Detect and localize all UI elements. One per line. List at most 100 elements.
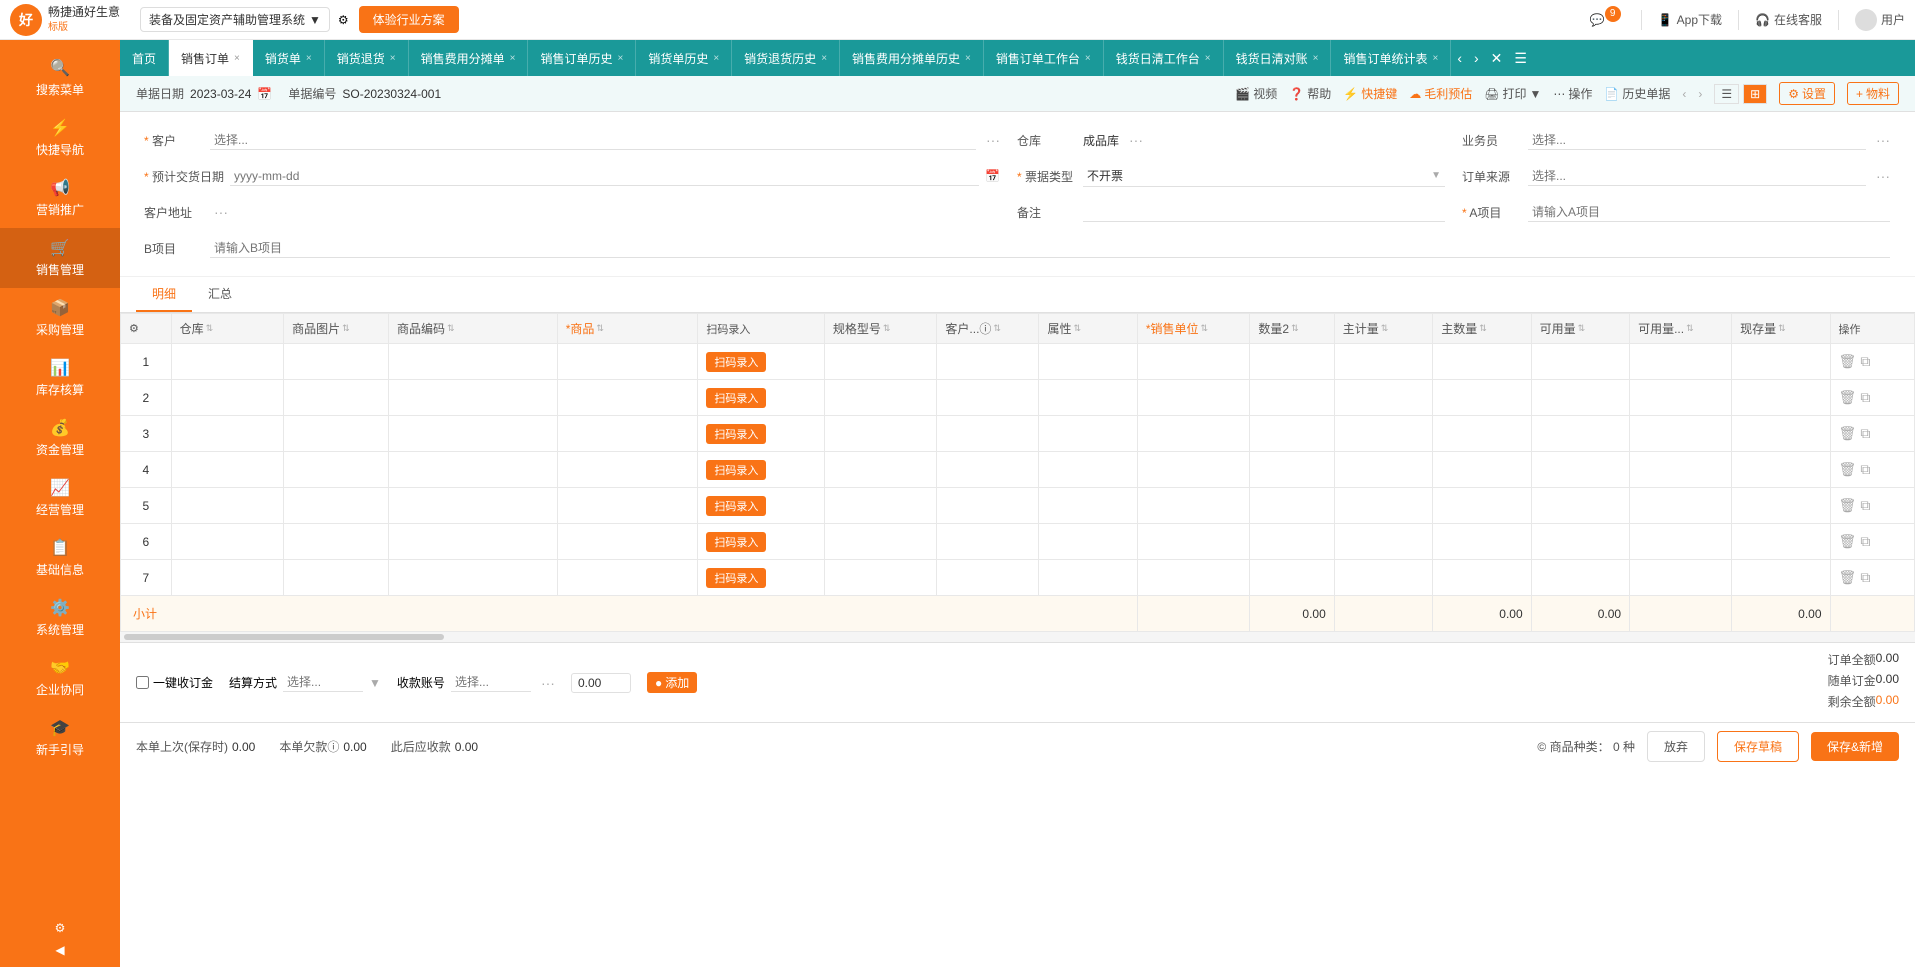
messages-btn[interactable]: 💬 9 — [1590, 12, 1625, 28]
row-3-avail2[interactable] — [1630, 416, 1732, 452]
row-3-main-qty[interactable] — [1433, 416, 1531, 452]
row-1-avail2[interactable] — [1630, 344, 1732, 380]
row-5-spec[interactable] — [824, 488, 937, 524]
scroll-thumb[interactable] — [124, 634, 444, 640]
col-product-image[interactable]: 商品图片⇅ — [284, 314, 389, 344]
row-7-avail2[interactable] — [1630, 560, 1732, 596]
sidebar-item-marketing[interactable]: 📢 营销推广 — [0, 168, 120, 228]
sidebar-item-finance[interactable]: 💰 资金管理 — [0, 408, 120, 468]
row-5-unit[interactable] — [1137, 488, 1250, 524]
tab-menu-btn[interactable]: ☰ — [1508, 50, 1533, 67]
tab-sales-return[interactable]: 销货退货 × — [325, 40, 409, 76]
sidebar-item-purchase[interactable]: 📦 采购管理 — [0, 288, 120, 348]
row-5-avail[interactable] — [1531, 488, 1629, 524]
save-draft-btn[interactable]: 保存草稿 — [1717, 731, 1799, 762]
row-6-attr[interactable] — [1039, 524, 1137, 560]
tab-close-sales-order-history[interactable]: × — [617, 53, 623, 64]
discard-btn[interactable]: 放弃 — [1647, 731, 1705, 762]
row-3-warehouse[interactable] — [171, 416, 284, 452]
col-main-qty[interactable]: 主数量⇅ — [1433, 314, 1531, 344]
row-1-copy-icon[interactable]: ⧉ — [1860, 353, 1870, 370]
nav-prev-icon[interactable]: ‹ — [1682, 87, 1686, 101]
row-5-copy-icon[interactable]: ⧉ — [1860, 497, 1870, 514]
row-5-main-unit[interactable] — [1334, 488, 1432, 524]
scan-btn-1[interactable]: 扫码录入 — [706, 352, 766, 372]
notes-input[interactable] — [1083, 203, 1445, 222]
row-1-attr[interactable] — [1039, 344, 1137, 380]
col-attr[interactable]: 属性⇅ — [1039, 314, 1137, 344]
sidebar-item-search[interactable]: 🔍 搜索菜单 — [0, 48, 120, 108]
operations-btn[interactable]: ⋯ 操作 — [1553, 85, 1592, 102]
scan-btn-2[interactable]: 扫码录入 — [706, 388, 766, 408]
b-project-input[interactable] — [210, 239, 1890, 258]
sidebar-item-system[interactable]: ⚙️ 系统管理 — [0, 588, 120, 648]
help-btn[interactable]: ❓ 帮助 — [1289, 85, 1331, 102]
row-2-avail2[interactable] — [1630, 380, 1732, 416]
row-5-main-qty[interactable] — [1433, 488, 1531, 524]
tab-sales-invoice[interactable]: 销货单 × — [253, 40, 325, 76]
row-4-avail[interactable] — [1531, 452, 1629, 488]
amount-input[interactable] — [571, 673, 631, 693]
row-5-product[interactable] — [557, 488, 698, 524]
row-1-avail[interactable] — [1531, 344, 1629, 380]
row-3-avail[interactable] — [1531, 416, 1629, 452]
sidebar-settings-btn[interactable]: ⚙ — [55, 921, 66, 935]
row-3-product[interactable] — [557, 416, 698, 452]
form-view-btn[interactable]: ⊞ — [1743, 84, 1767, 104]
history-btn[interactable]: 📄 历史单据 — [1604, 85, 1670, 102]
order-source-input[interactable] — [1528, 167, 1866, 186]
payment-method-arrow[interactable]: ▼ — [369, 676, 381, 690]
list-view-btn[interactable]: ☰ — [1714, 84, 1739, 104]
row-4-image[interactable] — [284, 452, 389, 488]
row-1-scan[interactable]: 扫码录入 — [698, 344, 825, 380]
tab-close-sales-stats[interactable]: × — [1432, 53, 1438, 64]
online-service-btn[interactable]: 🎧 在线客服 — [1755, 11, 1822, 28]
row-6-stock[interactable] — [1732, 524, 1830, 560]
tab-close-sales-workbench[interactable]: × — [1085, 53, 1091, 64]
row-5-warehouse[interactable] — [171, 488, 284, 524]
row-3-spec[interactable] — [824, 416, 937, 452]
col-spec[interactable]: 规格型号⇅ — [824, 314, 937, 344]
tab-return-history[interactable]: 销货退货历史 × — [732, 40, 840, 76]
row-7-stock[interactable] — [1732, 560, 1830, 596]
tab-close-reconciliation[interactable]: × — [1313, 53, 1319, 64]
tab-reconciliation[interactable]: 钱货日清对账 × — [1224, 40, 1332, 76]
row-6-avail2[interactable] — [1630, 524, 1732, 560]
row-6-copy-icon[interactable]: ⧉ — [1860, 533, 1870, 550]
row-7-avail[interactable] — [1531, 560, 1629, 596]
sidebar-collapse-btn[interactable]: ◀ — [55, 943, 64, 957]
tab-expense-history[interactable]: 销售费用分摊单历史 × — [840, 40, 984, 76]
row-4-main-qty[interactable] — [1433, 452, 1531, 488]
customer-input[interactable] — [210, 131, 976, 150]
row-2-qty2[interactable] — [1250, 380, 1334, 416]
row-1-delete-icon[interactable]: 🗑 — [1839, 353, 1857, 370]
row-4-attr[interactable] — [1039, 452, 1137, 488]
row-3-qty2[interactable] — [1250, 416, 1334, 452]
row-2-code[interactable] — [388, 380, 557, 416]
tab-close-sales-expense[interactable]: × — [510, 53, 516, 64]
row-7-attr[interactable] — [1039, 560, 1137, 596]
row-7-warehouse[interactable] — [171, 560, 284, 596]
tab-detail[interactable]: 明细 — [136, 277, 192, 312]
scan-btn-4[interactable]: 扫码录入 — [706, 460, 766, 480]
row-1-stock[interactable] — [1732, 344, 1830, 380]
row-4-avail2[interactable] — [1630, 452, 1732, 488]
row-1-unit[interactable] — [1137, 344, 1250, 380]
delivery-calendar-icon[interactable]: 📅 — [985, 169, 1000, 183]
row-2-image[interactable] — [284, 380, 389, 416]
tab-summary[interactable]: 汇总 — [192, 277, 248, 312]
row-6-warehouse[interactable] — [171, 524, 284, 560]
row-4-unit[interactable] — [1137, 452, 1250, 488]
tab-close-all-btn[interactable]: ✕ — [1485, 50, 1509, 67]
row-1-code[interactable] — [388, 344, 557, 380]
scan-btn-6[interactable]: 扫码录入 — [706, 532, 766, 552]
row-3-stock[interactable] — [1732, 416, 1830, 452]
row-6-scan[interactable]: 扫码录入 — [698, 524, 825, 560]
row-2-scan[interactable]: 扫码录入 — [698, 380, 825, 416]
row-5-avail2[interactable] — [1630, 488, 1732, 524]
row-2-copy-icon[interactable]: ⧉ — [1860, 389, 1870, 406]
tab-close-daily-workbench[interactable]: × — [1205, 53, 1211, 64]
sidebar-item-base[interactable]: 📋 基础信息 — [0, 528, 120, 588]
row-7-main-unit[interactable] — [1334, 560, 1432, 596]
row-5-image[interactable] — [284, 488, 389, 524]
